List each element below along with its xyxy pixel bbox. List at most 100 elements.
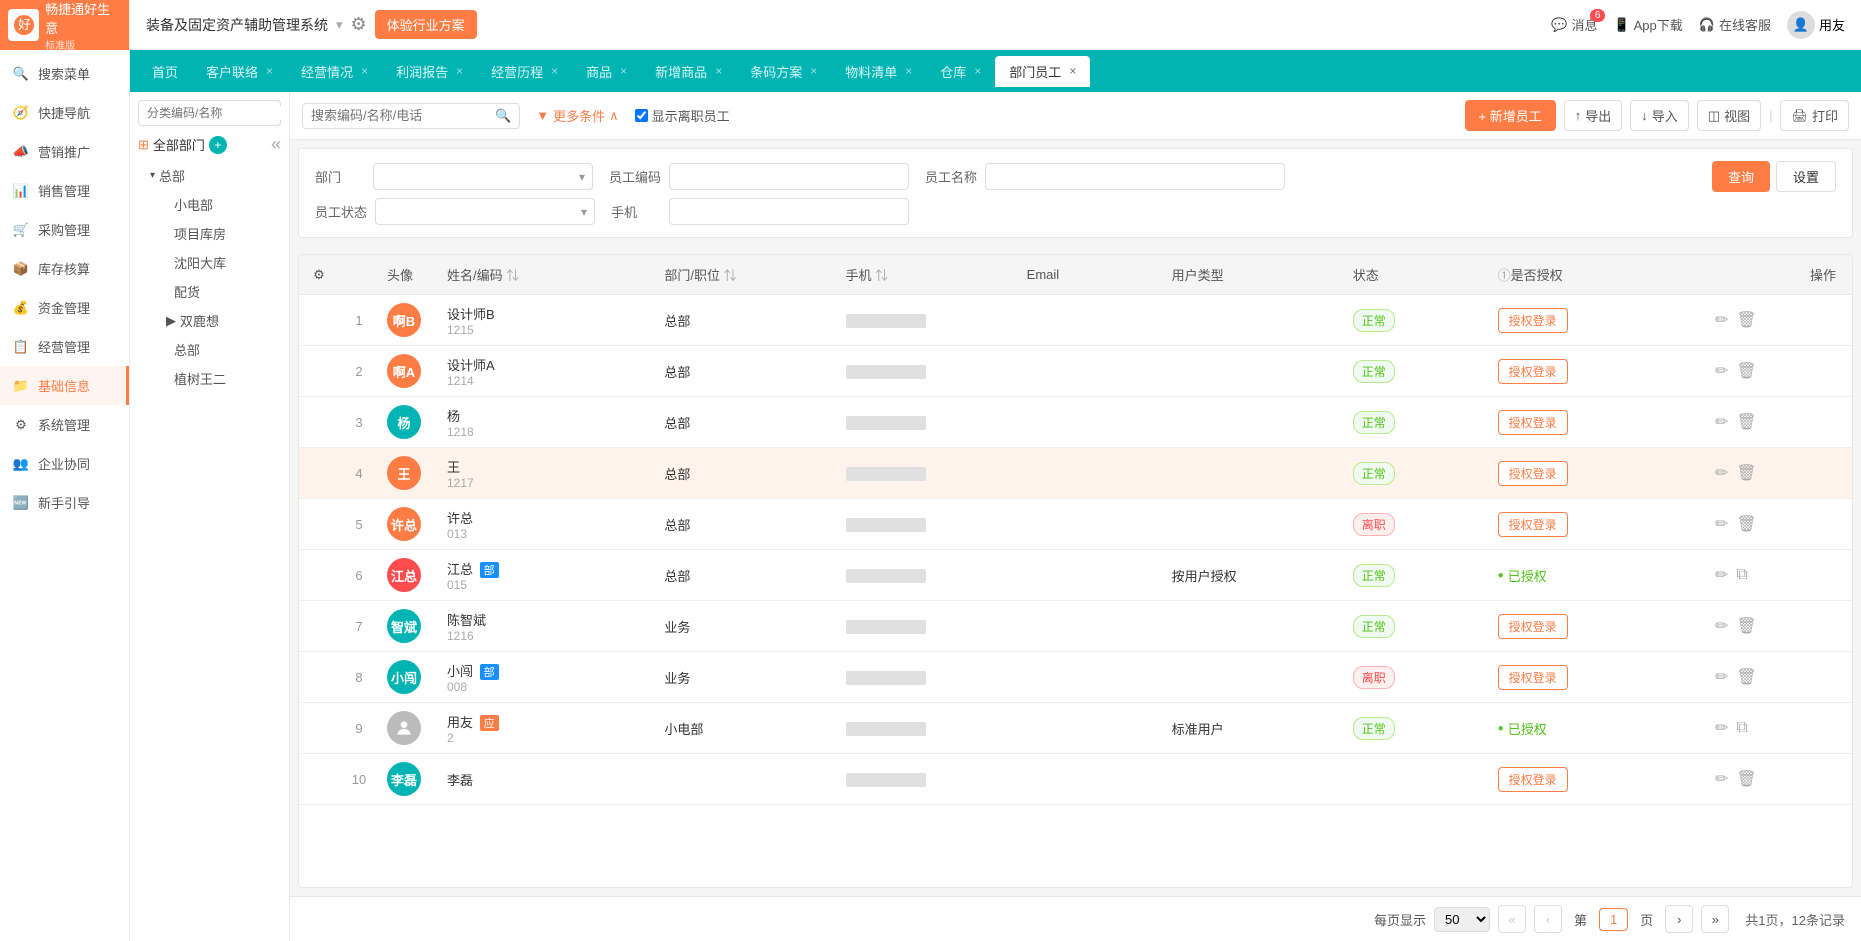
sidebar-item-marketing[interactable]: 📣 营销推广 <box>0 132 129 171</box>
edit-icon[interactable]: ✏ <box>1715 361 1728 381</box>
dept-hq2[interactable]: 总部 <box>162 335 281 364</box>
table-settings-icon[interactable]: ⚙ <box>313 267 325 282</box>
auth-button[interactable]: 授权登录 <box>1498 512 1568 537</box>
delete-icon[interactable]: 🗑 <box>1736 463 1756 483</box>
sidebar-item-basic-info[interactable]: 📁 基础信息 <box>0 366 129 405</box>
edit-icon[interactable]: ✏ <box>1715 463 1728 483</box>
tab-customer[interactable]: 客户联络 × <box>192 56 287 87</box>
sidebar-item-purchase[interactable]: 🛒 采购管理 <box>0 210 129 249</box>
prev-page-button[interactable]: ‹ <box>1534 905 1562 933</box>
export-button[interactable]: ↑ 导出 <box>1564 100 1623 131</box>
tab-home[interactable]: 首页 <box>138 56 192 87</box>
tab-operations[interactable]: 经营情况 × <box>287 56 382 87</box>
edit-icon[interactable]: ✏ <box>1715 514 1728 534</box>
tab-process[interactable]: 经营历程 × <box>477 56 572 87</box>
delete-icon[interactable]: 🗑 <box>1736 361 1756 381</box>
tab-profit-close[interactable]: × <box>456 64 463 78</box>
employee-search-icon[interactable]: 🔍 <box>495 108 511 124</box>
edit-icon[interactable]: ✏ <box>1715 412 1728 432</box>
delete-icon[interactable]: 🗑 <box>1736 616 1756 636</box>
auth-button[interactable]: 授权登录 <box>1498 308 1568 333</box>
copy-icon[interactable]: ⧉ <box>1736 719 1747 737</box>
tab-barcode[interactable]: 条码方案 × <box>736 56 831 87</box>
filter-status-select[interactable] <box>375 198 595 225</box>
next-page-button[interactable]: › <box>1665 905 1693 933</box>
sidebar-item-inventory[interactable]: 📦 库存核算 <box>0 249 129 288</box>
tab-add-goods-close[interactable]: × <box>715 64 722 78</box>
delete-icon[interactable]: 🗑 <box>1736 667 1756 687</box>
last-page-button[interactable]: » <box>1701 905 1729 933</box>
edit-icon[interactable]: ✏ <box>1715 769 1728 789</box>
col-dept[interactable]: 部门/职位 ⇅ <box>656 255 837 295</box>
edit-icon[interactable]: ✏ <box>1715 565 1728 585</box>
tab-customer-close[interactable]: × <box>266 64 273 78</box>
reset-button[interactable]: 设置 <box>1776 161 1836 192</box>
query-button[interactable]: 查询 <box>1712 161 1770 192</box>
dept-shuang[interactable]: ▶ 双鹿想 <box>162 306 281 335</box>
show-resigned-checkbox[interactable]: 显示离职员工 <box>635 106 730 125</box>
message-button[interactable]: 💬 消息 6 <box>1551 15 1597 34</box>
auth-button[interactable]: 授权登录 <box>1498 461 1568 486</box>
page-size-select[interactable]: 50 20 100 <box>1434 907 1490 932</box>
tab-add-goods[interactable]: 新增商品 × <box>641 56 736 87</box>
sidebar-item-operations[interactable]: 📋 经营管理 <box>0 327 129 366</box>
user-menu-button[interactable]: 👤 用友 <box>1787 11 1845 39</box>
tab-goods-close[interactable]: × <box>620 64 627 78</box>
copy-icon[interactable]: ⧉ <box>1736 566 1747 584</box>
delete-icon[interactable]: 🗑 <box>1736 412 1756 432</box>
delete-icon[interactable]: 🗑 <box>1736 514 1756 534</box>
tab-warehouse-close[interactable]: × <box>974 64 981 78</box>
dept-plant-king[interactable]: 植树王二 <box>162 364 281 393</box>
col-settings[interactable]: ⚙ <box>299 255 339 295</box>
tab-warehouse[interactable]: 仓库 × <box>926 56 995 87</box>
auth-button[interactable]: 授权登录 <box>1498 614 1568 639</box>
online-service-button[interactable]: 🎧 在线客服 <box>1699 15 1771 34</box>
sort-dept-icon[interactable]: ⇅ <box>724 268 737 283</box>
filter-code-input[interactable] <box>669 163 909 190</box>
auth-button[interactable]: 授权登录 <box>1498 359 1568 384</box>
sort-name-icon[interactable]: ⇅ <box>506 268 519 283</box>
app-download-button[interactable]: 📱 App下载 <box>1613 15 1682 34</box>
filter-phone-input[interactable] <box>669 198 909 225</box>
topbar-dropdown-icon[interactable]: ▾ <box>336 17 343 33</box>
tab-dept-employee[interactable]: 部门员工 × <box>995 56 1090 87</box>
tab-process-close[interactable]: × <box>551 64 558 78</box>
col-name[interactable]: 姓名/编码 ⇅ <box>439 255 656 295</box>
tab-operations-close[interactable]: × <box>361 64 368 78</box>
auth-button[interactable]: 授权登录 <box>1498 665 1568 690</box>
tab-dept-employee-close[interactable]: × <box>1069 64 1076 78</box>
view-button[interactable]: ◫ 视图 <box>1697 100 1761 131</box>
topbar-gear-icon[interactable]: ⚙ <box>351 14 367 35</box>
delete-icon[interactable]: 🗑 <box>1736 769 1756 789</box>
add-dept-icon[interactable]: + <box>209 136 227 154</box>
all-dept-label[interactable]: ⊞ 全部部门 + <box>138 135 227 154</box>
auth-button[interactable]: 授权登录 <box>1498 410 1568 435</box>
sort-phone-icon[interactable]: ⇅ <box>875 268 888 283</box>
sidebar-item-sales[interactable]: 📊 销售管理 <box>0 171 129 210</box>
filter-name-input[interactable] <box>985 163 1285 190</box>
delete-icon[interactable]: 🗑 <box>1736 310 1756 330</box>
tab-profit[interactable]: 利润报告 × <box>382 56 477 87</box>
first-page-button[interactable]: « <box>1498 905 1526 933</box>
employee-search-input[interactable] <box>311 108 491 123</box>
tab-barcode-close[interactable]: × <box>810 64 817 78</box>
tab-bom-close[interactable]: × <box>905 64 912 78</box>
dept-search-input[interactable] <box>147 106 290 120</box>
experience-button[interactable]: 体验行业方案 <box>375 10 477 39</box>
col-phone[interactable]: 手机 ⇅ <box>838 255 1019 295</box>
sidebar-item-finance[interactable]: 💰 资金管理 <box>0 288 129 327</box>
sidebar-item-quicknav[interactable]: 🧭 快捷导航 <box>0 93 129 132</box>
import-button[interactable]: ↓ 导入 <box>1630 100 1689 131</box>
edit-icon[interactable]: ✏ <box>1715 667 1728 687</box>
more-filter-button[interactable]: ▼ 更多条件 ∧ <box>528 102 626 129</box>
sidebar-item-system[interactable]: ⚙ 系统管理 <box>0 405 129 444</box>
dept-group-hq-header[interactable]: ▾ 总部 <box>146 161 281 190</box>
dept-project-store[interactable]: 项目库房 <box>162 219 281 248</box>
sidebar-item-search[interactable]: 🔍 搜索菜单 <box>0 54 129 93</box>
add-employee-button[interactable]: + 新增员工 <box>1465 100 1556 131</box>
show-resigned-check[interactable] <box>635 109 648 122</box>
tab-goods[interactable]: 商品 × <box>572 56 641 87</box>
print-button[interactable]: 🖨 打印 <box>1780 100 1849 131</box>
edit-icon[interactable]: ✏ <box>1715 616 1728 636</box>
dept-distribution[interactable]: 配货 <box>162 277 281 306</box>
